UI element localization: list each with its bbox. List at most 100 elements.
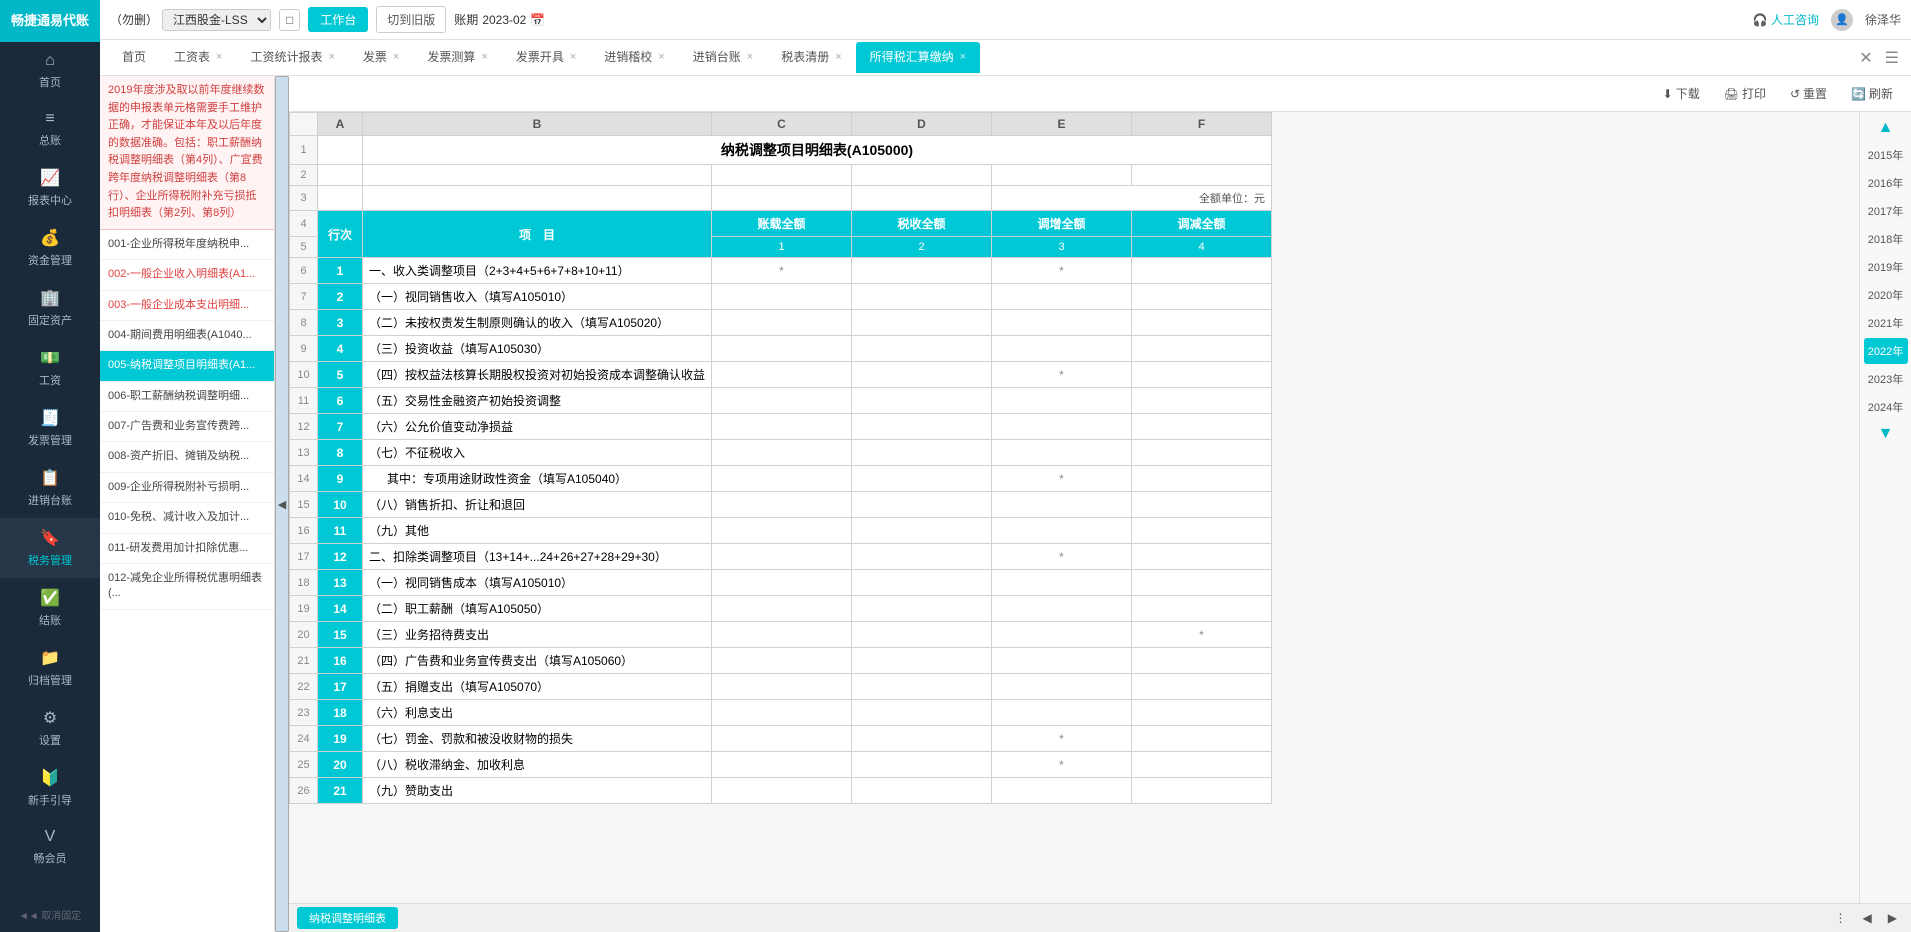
cell-item[interactable]: （五）交易性金融资产初始投资调整 [363, 388, 712, 414]
period-calendar-icon[interactable]: 📅 [530, 13, 545, 27]
cell-e[interactable]: * [992, 726, 1132, 752]
cell-e[interactable] [992, 596, 1132, 622]
cell-a3[interactable] [318, 186, 363, 211]
cell-d[interactable] [852, 726, 992, 752]
cell-item[interactable]: （二）未按权责发生制原则确认的收入（填写A105020） [363, 310, 712, 336]
sidebar-item-invoice[interactable]: 🧾 发票管理 [0, 398, 100, 458]
tab-menu-btn[interactable]: ☰ [1881, 46, 1903, 70]
cell-e[interactable] [992, 284, 1132, 310]
cell-e[interactable]: * [992, 362, 1132, 388]
tab-income-tax[interactable]: 所得税汇算缴纳× [856, 42, 980, 73]
sidebar-item-settings[interactable]: ⚙ 设置 [0, 698, 100, 758]
cell-line[interactable]: 15 [318, 622, 363, 648]
cell-f[interactable] [1132, 700, 1272, 726]
workbench-button[interactable]: 工作台 [308, 7, 368, 32]
cell-c[interactable] [712, 674, 852, 700]
cell-item[interactable]: （七）不征税收入 [363, 440, 712, 466]
cell-c[interactable] [712, 622, 852, 648]
cell-item[interactable]: 其中：专项用途财政性资金（填写A105040） [363, 466, 712, 492]
cell-d2[interactable] [852, 165, 992, 186]
cell-c[interactable] [712, 752, 852, 778]
cell-d[interactable] [852, 388, 992, 414]
table-scroll[interactable]: A B C D E F 1 [289, 112, 1859, 903]
tab-tax-clear-close[interactable]: × [835, 51, 841, 63]
cell-line[interactable]: 10 [318, 492, 363, 518]
cell-e[interactable] [992, 648, 1132, 674]
tab-purchase-ledger-close[interactable]: × [747, 51, 753, 63]
cell-d[interactable] [852, 466, 992, 492]
cell-e[interactable] [992, 518, 1132, 544]
cell-d[interactable] [852, 648, 992, 674]
cell-item[interactable]: （四）按权益法核算长期股权投资对初始投资成本调整确认收益 [363, 362, 712, 388]
year-btn-2021[interactable]: 2021年 [1864, 310, 1908, 336]
cell-d[interactable] [852, 544, 992, 570]
cell-f[interactable] [1132, 778, 1272, 804]
cell-e[interactable] [992, 778, 1132, 804]
cell-f[interactable] [1132, 674, 1272, 700]
cell-f[interactable] [1132, 336, 1272, 362]
cell-line[interactable]: 5 [318, 362, 363, 388]
cell-item[interactable]: 一、收入类调整项目（2+3+4+5+6+7+8+10+11） [363, 258, 712, 284]
cell-f[interactable] [1132, 414, 1272, 440]
cell-item[interactable]: （九）其他 [363, 518, 712, 544]
cell-d[interactable] [852, 596, 992, 622]
cell-line[interactable]: 21 [318, 778, 363, 804]
cell-line[interactable]: 14 [318, 596, 363, 622]
sidebar-item-settlement[interactable]: ✅ 结账 [0, 578, 100, 638]
cell-d[interactable] [852, 622, 992, 648]
cell-c[interactable] [712, 544, 852, 570]
sidebar-item-payroll[interactable]: 💵 工资 [0, 338, 100, 398]
cell-line[interactable]: 11 [318, 518, 363, 544]
cell-f[interactable] [1132, 518, 1272, 544]
cell-d[interactable] [852, 492, 992, 518]
cell-c[interactable] [712, 466, 852, 492]
cell-f[interactable] [1132, 648, 1272, 674]
cell-item[interactable]: （四）广告费和业务宣传费支出（填写A105060） [363, 648, 712, 674]
old-version-button[interactable]: 切到旧版 [376, 6, 446, 33]
cell-c[interactable] [712, 310, 852, 336]
tab-invoice-calc[interactable]: 发票测算× [413, 42, 501, 73]
cell-e[interactable]: * [992, 258, 1132, 284]
support-link[interactable]: 🎧 人工咨询 [1753, 11, 1819, 28]
cell-d3[interactable] [852, 186, 992, 211]
cell-item[interactable]: （一）视同销售成本（填写A105010） [363, 570, 712, 596]
cell-f[interactable] [1132, 258, 1272, 284]
cell-c[interactable] [712, 596, 852, 622]
bottom-scroll-right[interactable]: ▶ [1882, 908, 1903, 928]
cell-item[interactable]: （六）公允价值变动净损益 [363, 414, 712, 440]
list-item-004[interactable]: 004-期间费用明细表(A1040... [100, 321, 274, 351]
year-nav-down[interactable]: ▼ [1875, 422, 1897, 446]
cell-e[interactable] [992, 492, 1132, 518]
cell-c[interactable] [712, 284, 852, 310]
cell-e[interactable] [992, 622, 1132, 648]
cell-f[interactable] [1132, 388, 1272, 414]
cell-line[interactable]: 18 [318, 700, 363, 726]
refresh-button[interactable]: 🔄 刷新 [1845, 82, 1899, 105]
cell-b2[interactable] [363, 165, 712, 186]
cell-d[interactable] [852, 310, 992, 336]
cell-c[interactable]: * [712, 258, 852, 284]
cell-f2[interactable] [1132, 165, 1272, 186]
cell-line[interactable]: 17 [318, 674, 363, 700]
list-item-008[interactable]: 008-资产折旧、摊销及纳税... [100, 442, 274, 472]
cell-line[interactable]: 6 [318, 388, 363, 414]
tab-purchase-check-close[interactable]: × [658, 51, 664, 63]
tab-invoice-open[interactable]: 发票开具× [502, 42, 590, 73]
cell-f[interactable] [1132, 570, 1272, 596]
cell-a1[interactable] [318, 136, 363, 165]
cell-d[interactable] [852, 674, 992, 700]
sidebar-footer-unpin[interactable]: ◄◄ 取消固定 [0, 897, 100, 932]
cell-line[interactable]: 19 [318, 726, 363, 752]
user-name[interactable]: 徐泽华 [1865, 11, 1901, 28]
cell-c[interactable] [712, 648, 852, 674]
cell-item[interactable]: （五）捐赠支出（填写A105070） [363, 674, 712, 700]
list-item-003[interactable]: 003-一般企业成本支出明细... [100, 291, 274, 321]
year-btn-2015[interactable]: 2015年 [1864, 142, 1908, 168]
cell-f[interactable] [1132, 440, 1272, 466]
cell-e[interactable] [992, 674, 1132, 700]
list-item-006[interactable]: 006-职工薪酬纳税调整明细... [100, 382, 274, 412]
cell-c[interactable] [712, 700, 852, 726]
bottom-scroll-info[interactable]: ⋮ [1829, 908, 1853, 928]
cell-f[interactable] [1132, 284, 1272, 310]
cell-c[interactable] [712, 570, 852, 596]
